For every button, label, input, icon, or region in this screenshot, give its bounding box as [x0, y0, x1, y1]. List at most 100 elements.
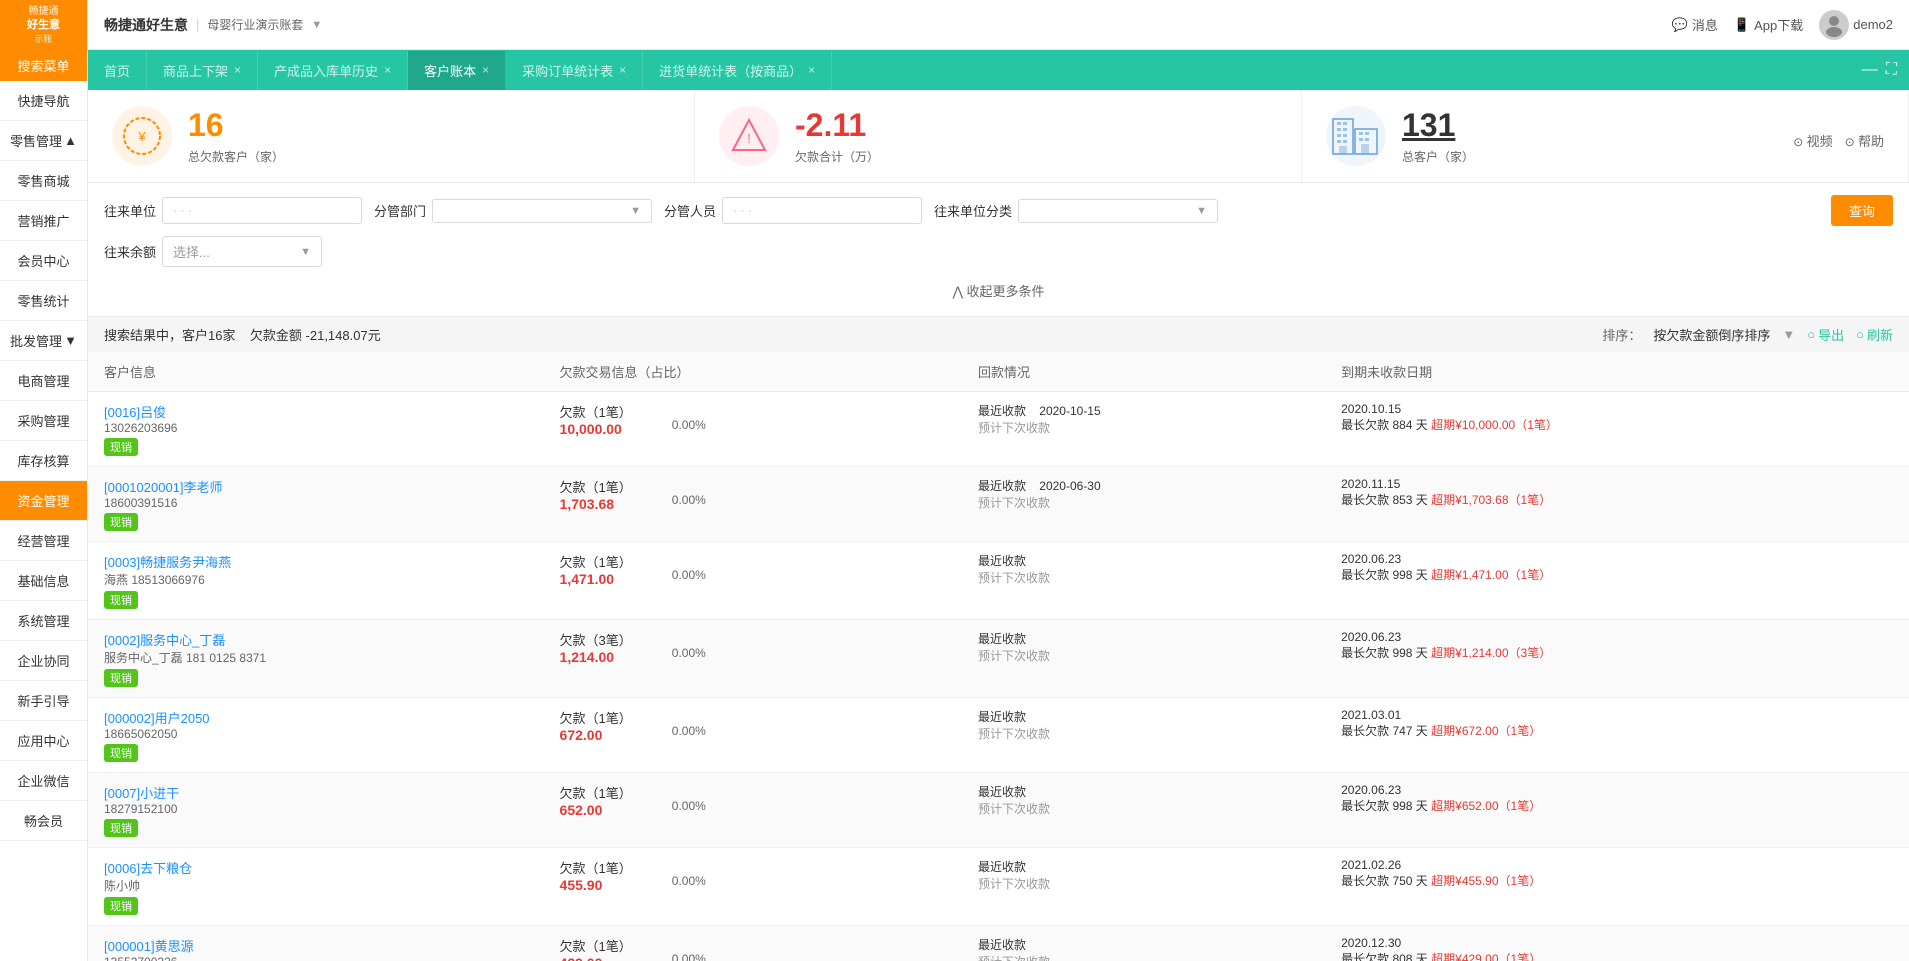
table-row: [0016]吕俊 13026203696 现销 欠款（1笔） 10,000.00… — [88, 392, 1909, 467]
tab-home[interactable]: 首页 — [88, 51, 147, 90]
recovery-next: 预计下次收款 — [978, 800, 1309, 817]
message-button[interactable]: 💬 消息 — [1672, 15, 1718, 34]
avatar — [1819, 10, 1849, 40]
customer-name-link[interactable]: [0006]去下粮仓 — [104, 861, 192, 876]
badge-xian: 现销 — [104, 819, 138, 837]
sidebar-item-newbie[interactable]: 新手引导 — [0, 681, 87, 721]
debt-count: 欠款（1笔） — [560, 858, 632, 877]
badge-xian: 现销 — [104, 513, 138, 531]
recovery-next: 预计下次收款 — [978, 569, 1309, 586]
filter-source-unit: 往来单位 ··· — [104, 197, 362, 224]
sidebar-item-retail-store[interactable]: 零售商城 — [0, 161, 87, 201]
debt-count: 欠款（1笔） — [560, 402, 632, 421]
recovery-date: 最近收款 2020-06-30 — [978, 477, 1309, 494]
sidebar-item-basic-info[interactable]: 基础信息 — [0, 561, 87, 601]
sidebar-item-retail-mgmt[interactable]: 零售管理 ▲ — [0, 121, 87, 161]
sidebar-item-wechat[interactable]: 企业微信 — [0, 761, 87, 801]
chevron-down-icon: ▼ — [64, 333, 77, 348]
overdue-amount-link[interactable]: 超期¥429.00（1笔） — [1431, 952, 1541, 961]
sidebar-item-ops-mgmt[interactable]: 经营管理 — [0, 521, 87, 561]
username: demo2 — [1853, 17, 1893, 32]
tab-customer-account[interactable]: 客户账本 × — [408, 51, 506, 90]
source-unit-dots: ··· — [173, 203, 195, 218]
debt-ratio: 0.00% — [672, 936, 706, 961]
content-area: ¥ 16 总欠款客户（家） ! -2.11 欠款合计（万） — [88, 90, 1909, 961]
stat-debt-amount: ! -2.11 欠款合计（万） — [695, 90, 1302, 182]
sidebar-item-vip-member[interactable]: 畅会员 — [0, 801, 87, 841]
department-select[interactable]: ▼ — [432, 199, 652, 223]
summary-text: 搜索结果中，客户16家 欠款金额 -21,148.07元 — [104, 325, 381, 344]
recovery-next: 预计下次收款 — [978, 647, 1309, 664]
customer-name-link[interactable]: [000001]黄思源 — [104, 939, 194, 954]
stat-info-debt: 16 总欠款客户（家） — [188, 107, 284, 165]
tab-close-customer-account[interactable]: × — [482, 63, 489, 77]
customer-name-link[interactable]: [000002]用户2050 — [104, 711, 210, 726]
due-date: 2020.06.23 — [1341, 552, 1893, 566]
due-date: 2021.02.26 — [1341, 858, 1893, 872]
user-avatar-button[interactable]: demo2 — [1819, 10, 1893, 40]
recovery-next: 预计下次收款 — [978, 953, 1309, 961]
sort-value[interactable]: 按欠款金额倒序排序 — [1653, 325, 1770, 344]
help-button[interactable]: ⊙ 帮助 — [1845, 131, 1884, 150]
sidebar-item-app-center[interactable]: 应用中心 — [0, 721, 87, 761]
refresh-button[interactable]: ○ 刷新 — [1856, 325, 1893, 344]
manager-input[interactable]: ··· — [722, 197, 922, 224]
tab-purchase-stat[interactable]: 进货单统计表（按商品） × — [643, 51, 832, 90]
tab-close-purchase-order[interactable]: × — [619, 63, 626, 77]
tab-product-history[interactable]: 产成品入库单历史 × — [258, 51, 408, 90]
overdue-amount-link[interactable]: 超期¥672.00（1笔） — [1431, 724, 1541, 738]
topbar-right: 💬 消息 📱 App下载 demo2 — [1672, 10, 1893, 40]
balance-select[interactable]: 选择... ▼ — [162, 236, 322, 267]
sidebar-item-ecommerce[interactable]: 电商管理 — [0, 361, 87, 401]
stat-icon-debt: ¥ — [112, 106, 172, 166]
overdue-amount-link[interactable]: 超期¥1,703.68（1笔） — [1431, 493, 1551, 507]
customer-name-link[interactable]: [0001020001]李老师 — [104, 480, 223, 495]
tab-minimize-icon[interactable]: — — [1862, 61, 1878, 79]
chevron-down-icon: ▲ — [64, 133, 77, 148]
tab-goods[interactable]: 商品上下架 × — [147, 51, 258, 90]
app-download-button[interactable]: 📱 App下载 — [1734, 15, 1803, 34]
search-menu[interactable]: 搜索菜单 — [0, 50, 87, 81]
sidebar-item-finance[interactable]: 资金管理 — [0, 481, 87, 521]
overdue-amount-link[interactable]: 超期¥455.90（1笔） — [1431, 874, 1541, 888]
cell-debt-info: 欠款（1笔） 652.00 0.00% — [544, 773, 962, 848]
customer-name-link[interactable]: [0016]吕俊 — [104, 405, 166, 420]
video-button[interactable]: ⊙ 视频 — [1793, 131, 1832, 150]
tab-close-product-history[interactable]: × — [384, 63, 391, 77]
tab-close-goods[interactable]: × — [234, 63, 241, 77]
tab-purchase-order[interactable]: 采购订单统计表 × — [506, 51, 643, 90]
balance-arrow-icon: ▼ — [300, 246, 311, 258]
debt-customers-label: 总欠款客户（家） — [188, 148, 284, 165]
overdue-amount-link[interactable]: 超期¥1,214.00（3笔） — [1431, 646, 1551, 660]
overdue-amount-link[interactable]: 超期¥1,471.00（1笔） — [1431, 568, 1551, 582]
cell-recovery: 最近收款 2020-06-30 预计下次收款 — [962, 467, 1325, 542]
topbar-left: 畅捷通好生意 | 母婴行业演示账套 ▼ — [104, 15, 322, 35]
sidebar-item-retail-stat[interactable]: 零售统计 — [0, 281, 87, 321]
customer-name-link[interactable]: [0002]服务中心_丁磊 — [104, 633, 225, 648]
search-button[interactable]: 查询 — [1831, 195, 1893, 226]
filter-balance: 往来余额 选择... ▼ — [104, 236, 322, 267]
export-button[interactable]: ○ 导出 — [1807, 325, 1844, 344]
source-unit-input[interactable]: ··· — [162, 197, 362, 224]
sidebar-item-system[interactable]: 系统管理 — [0, 601, 87, 641]
tab-maximize-icon[interactable]: ⛶ — [1886, 61, 1897, 79]
sidebar-item-inventory[interactable]: 库存核算 — [0, 441, 87, 481]
sidebar-item-batch-mgmt[interactable]: 批发管理 ▼ — [0, 321, 87, 361]
sidebar-item-enterprise[interactable]: 企业协同 — [0, 641, 87, 681]
unit-category-select[interactable]: ▼ — [1018, 199, 1218, 223]
cell-recovery: 最近收款 预计下次收款 — [962, 620, 1325, 698]
sidebar: 畅捷通 好生意 示账 搜索菜单 快捷导航 零售管理 ▲ 零售商城 营销推广 会员… — [0, 0, 88, 961]
collapse-more-button[interactable]: ⋀ 收起更多条件 — [104, 277, 1893, 304]
overdue-amount-link[interactable]: 超期¥10,000.00（1笔） — [1431, 418, 1558, 432]
tab-close-purchase-stat[interactable]: × — [808, 63, 815, 77]
cell-debt-info: 欠款（1笔） 429.00 0.00% — [544, 926, 962, 961]
sidebar-item-quick-nav[interactable]: 快捷导航 — [0, 81, 87, 121]
sidebar-item-member[interactable]: 会员中心 — [0, 241, 87, 281]
debt-amount: 10,000.00 — [560, 421, 632, 437]
cell-due-date: 2020.06.23 最长欠款 998 天 超期¥1,214.00（3笔） — [1325, 620, 1909, 698]
sidebar-item-purchase-mgmt[interactable]: 采购管理 — [0, 401, 87, 441]
customer-name-link[interactable]: [0007]小进干 — [104, 786, 179, 801]
sidebar-item-marketing[interactable]: 营销推广 — [0, 201, 87, 241]
overdue-amount-link[interactable]: 超期¥652.00（1笔） — [1431, 799, 1541, 813]
customer-name-link[interactable]: [0003]畅捷服务尹海燕 — [104, 555, 231, 570]
